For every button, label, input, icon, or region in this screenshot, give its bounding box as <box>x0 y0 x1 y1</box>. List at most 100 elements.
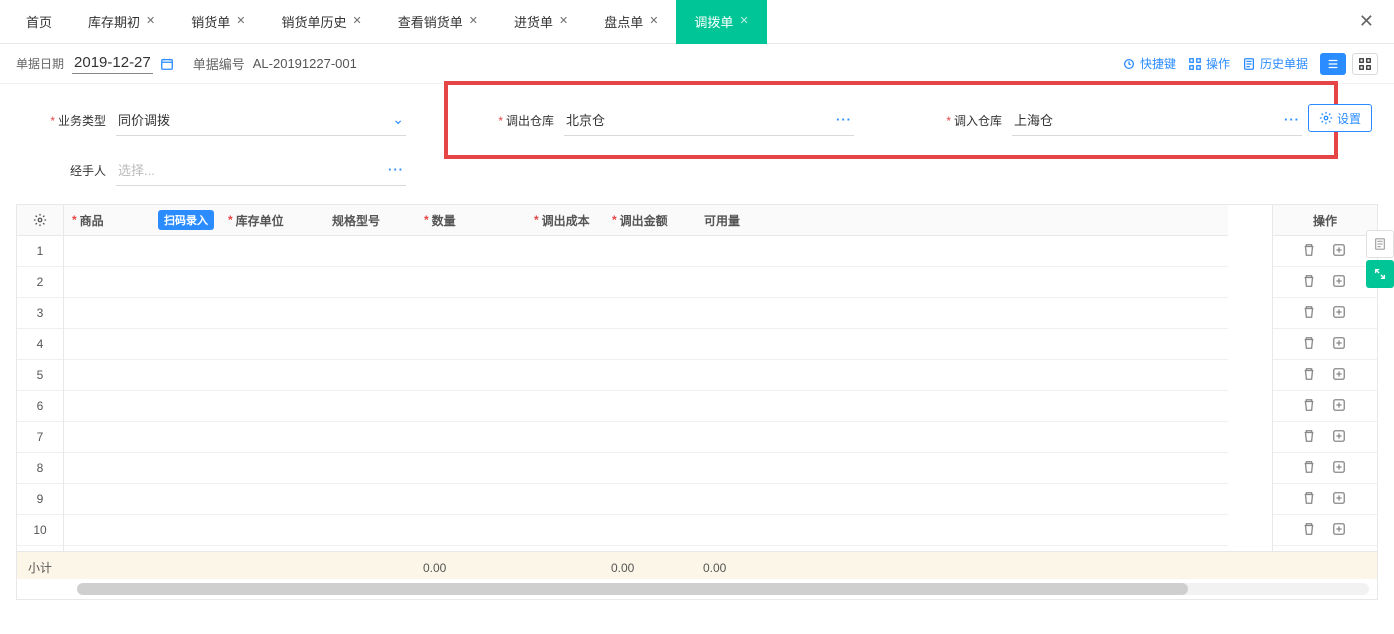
col-unit: *库存单位 <box>220 205 324 236</box>
table-row[interactable] <box>64 267 1272 298</box>
add-icon[interactable] <box>1332 367 1348 383</box>
header-bar: 单据日期 2019-12-27 单据编号 AL-20191227-001 快捷键… <box>0 44 1394 84</box>
tab-transfer[interactable]: 调拨单✕ <box>676 0 766 44</box>
settings-button[interactable]: 设置 <box>1308 104 1372 132</box>
calendar-icon[interactable] <box>159 56 175 72</box>
add-icon[interactable] <box>1332 274 1348 290</box>
row-index: 10 <box>17 515 63 546</box>
close-icon[interactable]: ✕ <box>236 16 245 27</box>
field-out-warehouse: *调出仓库 北京仓··· <box>464 104 854 136</box>
tab-stocktake[interactable]: 盘点单✕ <box>586 0 676 44</box>
close-panel-icon[interactable]: ✕ <box>1347 11 1386 32</box>
in-warehouse-select[interactable]: 上海仓··· <box>1012 104 1302 136</box>
view-list-icon[interactable] <box>1320 53 1346 75</box>
subtotal-row: 小计 0.00 0.00 0.00 <box>17 551 1377 579</box>
row-index: 8 <box>17 453 63 484</box>
tab-view-sales[interactable]: 查看销货单✕ <box>380 0 496 44</box>
tab-purchase[interactable]: 进货单✕ <box>496 0 586 44</box>
more-icon: ··· <box>388 162 404 177</box>
col-cost: *调出成本 <box>526 205 604 236</box>
delete-icon[interactable] <box>1302 398 1318 414</box>
add-icon[interactable] <box>1332 460 1348 476</box>
out-warehouse-select[interactable]: 北京仓··· <box>564 104 854 136</box>
more-icon: ··· <box>1284 112 1300 127</box>
table-row[interactable] <box>64 515 1272 546</box>
horizontal-scrollbar[interactable] <box>77 583 1369 595</box>
more-icon: ··· <box>836 112 852 127</box>
float-icons <box>1366 230 1394 288</box>
row-index: 2 <box>17 267 63 298</box>
col-ops: 操作 <box>1273 205 1377 236</box>
add-icon[interactable] <box>1332 398 1348 414</box>
expand-icon[interactable] <box>1366 260 1394 288</box>
date-value[interactable]: 2019-12-27 <box>72 54 153 74</box>
delete-icon[interactable] <box>1302 305 1318 321</box>
history-button[interactable]: 历史单据 <box>1242 55 1308 72</box>
view-grid-icon[interactable] <box>1352 53 1378 75</box>
col-product: *商品扫码录入 <box>64 205 220 236</box>
ops-button[interactable]: 操作 <box>1188 55 1230 72</box>
add-icon[interactable] <box>1332 491 1348 507</box>
add-icon[interactable] <box>1332 429 1348 445</box>
close-icon[interactable]: ✕ <box>353 16 362 27</box>
table-row[interactable] <box>64 360 1272 391</box>
table-row[interactable] <box>64 236 1272 267</box>
row-index: 9 <box>17 484 63 515</box>
table-row[interactable] <box>64 453 1272 484</box>
table-row[interactable] <box>64 391 1272 422</box>
delete-icon[interactable] <box>1302 460 1318 476</box>
add-icon[interactable] <box>1332 336 1348 352</box>
view-toggle <box>1320 53 1378 75</box>
docno-label: 单据编号 <box>193 54 245 73</box>
chevron-down-icon: ⌄ <box>392 111 404 128</box>
row-index: 3 <box>17 298 63 329</box>
table-row[interactable] <box>64 422 1272 453</box>
scan-badge[interactable]: 扫码录入 <box>158 210 214 230</box>
close-icon[interactable]: ✕ <box>739 16 748 27</box>
docno-value: AL-20191227-001 <box>253 56 357 71</box>
delete-icon[interactable] <box>1302 336 1318 352</box>
field-handler: 经手人 选择...··· <box>16 154 406 186</box>
close-icon[interactable]: ✕ <box>649 16 658 27</box>
tab-inventory-init[interactable]: 库存期初✕ <box>70 0 173 44</box>
row-index: 7 <box>17 422 63 453</box>
row-actions <box>1273 484 1377 515</box>
col-spec: 规格型号 <box>324 205 416 236</box>
row-index: 6 <box>17 391 63 422</box>
delete-icon[interactable] <box>1302 522 1318 538</box>
handler-select[interactable]: 选择...··· <box>116 154 406 186</box>
col-amount: *调出金额 <box>604 205 696 236</box>
delete-icon[interactable] <box>1302 243 1318 259</box>
delete-icon[interactable] <box>1302 274 1318 290</box>
field-in-warehouse: *调入仓库 上海仓··· <box>912 104 1302 136</box>
row-index: 1 <box>17 236 63 267</box>
tab-sales-history[interactable]: 销货单历史✕ <box>263 0 379 44</box>
close-icon[interactable]: ✕ <box>559 16 568 27</box>
col-avail: 可用量 <box>696 205 1228 236</box>
add-icon[interactable] <box>1332 243 1348 259</box>
row-index: 4 <box>17 329 63 360</box>
tab-sales-order[interactable]: 销货单✕ <box>173 0 263 44</box>
table-row[interactable] <box>64 329 1272 360</box>
field-biztype: *业务类型 同价调拨⌄ <box>16 104 406 136</box>
table-row[interactable] <box>64 484 1272 515</box>
add-icon[interactable] <box>1332 522 1348 538</box>
notes-icon[interactable] <box>1366 230 1394 258</box>
close-icon[interactable]: ✕ <box>146 16 155 27</box>
close-icon[interactable]: ✕ <box>469 16 478 27</box>
table-row[interactable] <box>64 298 1272 329</box>
delete-icon[interactable] <box>1302 491 1318 507</box>
row-actions <box>1273 298 1377 329</box>
tab-home[interactable]: 首页 <box>8 0 70 44</box>
date-label: 单据日期 <box>16 55 64 72</box>
row-actions <box>1273 453 1377 484</box>
delete-icon[interactable] <box>1302 429 1318 445</box>
gear-icon-header[interactable] <box>17 205 63 236</box>
shortcut-button[interactable]: 快捷键 <box>1122 55 1176 72</box>
delete-icon[interactable] <box>1302 367 1318 383</box>
row-index: 5 <box>17 360 63 391</box>
row-actions <box>1273 391 1377 422</box>
row-actions <box>1273 515 1377 546</box>
add-icon[interactable] <box>1332 305 1348 321</box>
biztype-select[interactable]: 同价调拨⌄ <box>116 104 406 136</box>
